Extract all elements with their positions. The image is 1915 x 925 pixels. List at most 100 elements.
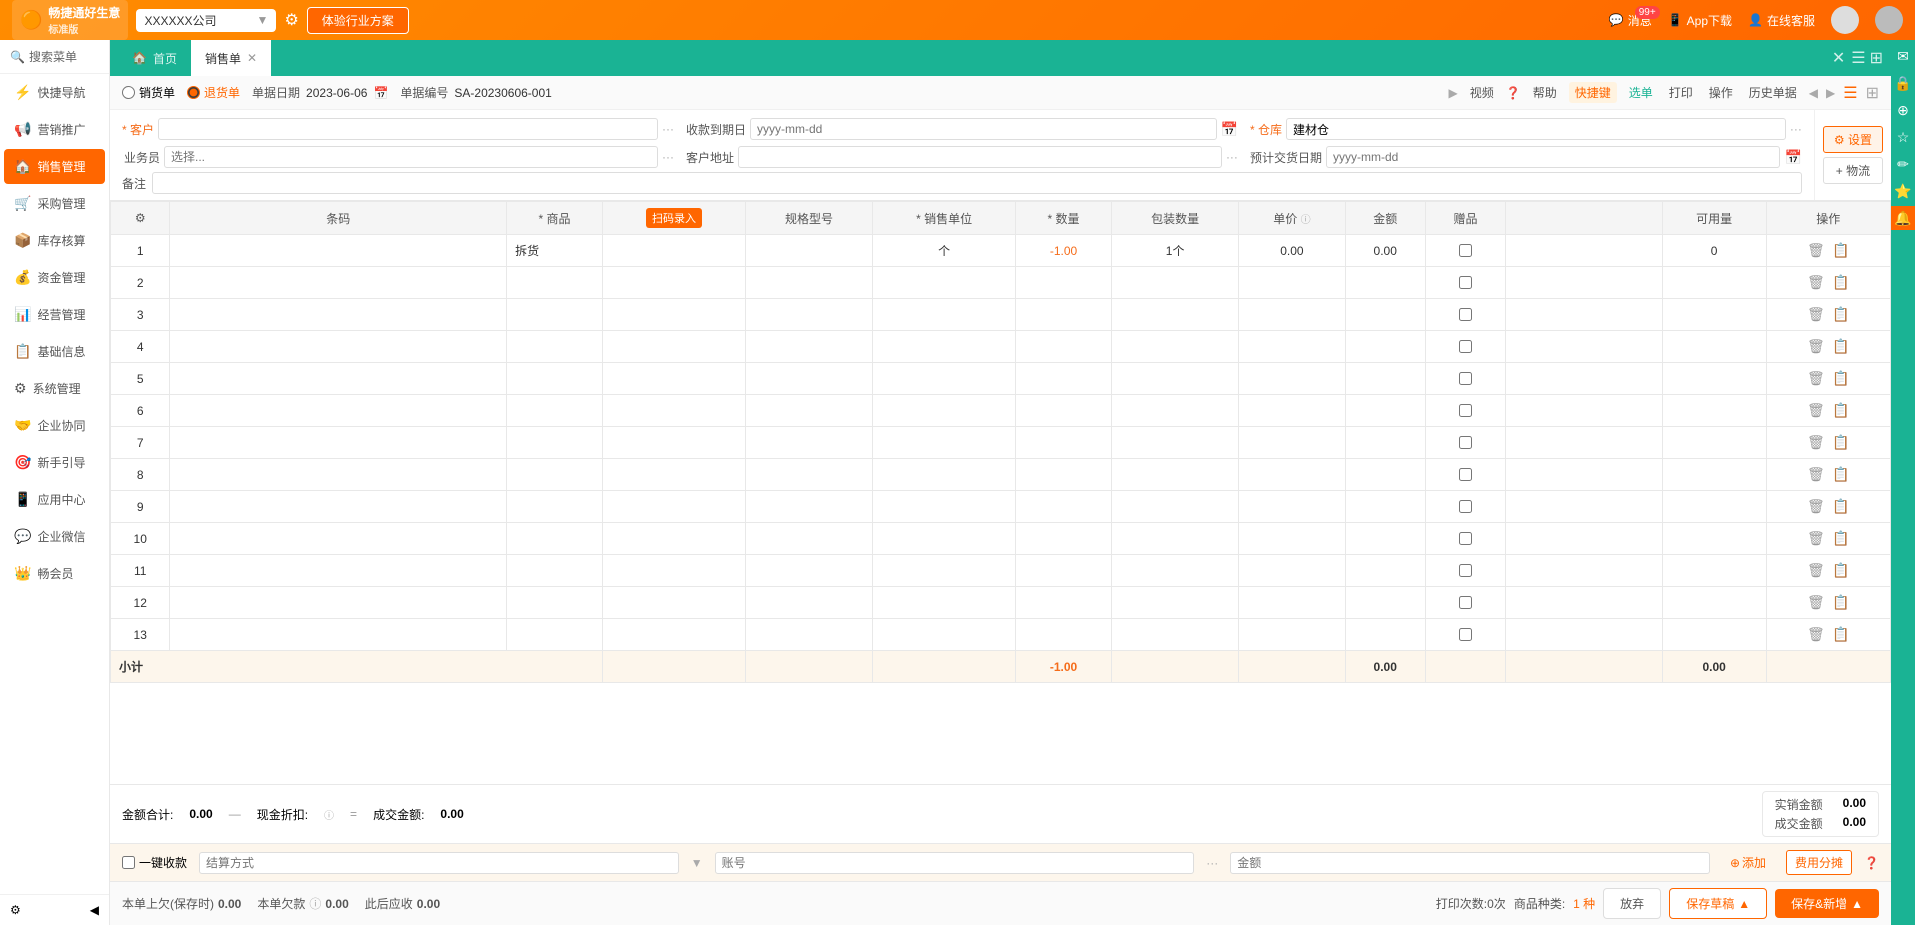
- col-settings[interactable]: ⚙: [111, 202, 170, 235]
- row-barcode[interactable]: [170, 235, 507, 267]
- remark-input[interactable]: [152, 172, 1802, 194]
- barcode-input[interactable]: [178, 596, 498, 610]
- gift-checkbox[interactable]: [1459, 308, 1472, 321]
- delete-icon[interactable]: 🗑: [1805, 498, 1827, 514]
- panel-btn-6[interactable]: ⭐: [1892, 179, 1913, 204]
- barcode-input[interactable]: [178, 404, 498, 418]
- row-gift[interactable]: [1425, 235, 1505, 267]
- layout-icon2[interactable]: ⊞: [1870, 48, 1883, 68]
- row-barcode[interactable]: [170, 587, 507, 619]
- amount-input[interactable]: [1230, 852, 1710, 874]
- barcode-input[interactable]: [178, 372, 498, 386]
- gift-checkbox[interactable]: [1459, 436, 1472, 449]
- barcode-input[interactable]: [178, 244, 498, 258]
- grid-view-icon[interactable]: ⊞: [1866, 83, 1879, 103]
- copy-icon[interactable]: 📋: [1830, 370, 1851, 386]
- sidebar-item-marketing[interactable]: 📢 营销推广: [4, 112, 105, 147]
- delete-icon[interactable]: 🗑: [1805, 402, 1827, 418]
- online-service-btn[interactable]: 👤 在线客服: [1748, 12, 1815, 29]
- gift-checkbox[interactable]: [1459, 244, 1472, 257]
- copy-icon[interactable]: 📋: [1830, 626, 1851, 642]
- sidebar-item-finance[interactable]: 💰 资金管理: [4, 260, 105, 295]
- scan-btn[interactable]: 扫码录入: [646, 208, 702, 228]
- select-btn[interactable]: 选单: [1625, 82, 1657, 103]
- copy-icon[interactable]: 📋: [1830, 498, 1851, 514]
- copy-icon[interactable]: 📋: [1830, 466, 1851, 482]
- barcode-input[interactable]: [178, 564, 498, 578]
- row-barcode[interactable]: [170, 491, 507, 523]
- app-download-btn[interactable]: 📱 App下载: [1668, 12, 1732, 29]
- row-gift[interactable]: [1425, 619, 1505, 651]
- row-barcode[interactable]: [170, 267, 507, 299]
- row-gift[interactable]: [1425, 459, 1505, 491]
- one-click-checkbox[interactable]: [122, 856, 135, 869]
- delete-icon[interactable]: 🗑: [1805, 626, 1827, 642]
- video-btn[interactable]: 视频: [1466, 82, 1498, 103]
- setup-btn[interactable]: ⚙ 设置: [1823, 126, 1883, 153]
- gift-checkbox[interactable]: [1459, 404, 1472, 417]
- row-gift[interactable]: [1425, 395, 1505, 427]
- row-gift[interactable]: [1425, 555, 1505, 587]
- delete-icon[interactable]: 🗑: [1805, 466, 1827, 482]
- due-date-input[interactable]: [750, 118, 1217, 140]
- copy-icon[interactable]: 📋: [1830, 402, 1851, 418]
- calc-method-dropdown[interactable]: ▼: [691, 856, 703, 870]
- discard-btn[interactable]: 放弃: [1603, 888, 1661, 919]
- tab-close-icon[interactable]: ✕: [247, 51, 257, 65]
- gift-checkbox[interactable]: [1459, 564, 1472, 577]
- sidebar-item-inventory[interactable]: 📦 库存核算: [4, 223, 105, 258]
- barcode-input[interactable]: [178, 500, 498, 514]
- sidebar-item-operations[interactable]: 📊 经营管理: [4, 297, 105, 332]
- gift-checkbox[interactable]: [1459, 596, 1472, 609]
- layout-icon1[interactable]: ☰: [1851, 48, 1865, 68]
- copy-icon[interactable]: 📋: [1830, 306, 1851, 322]
- save-draft-btn[interactable]: 保存草稿 ▲: [1669, 888, 1767, 919]
- payment-help[interactable]: ❓: [1864, 856, 1879, 870]
- panel-btn-1[interactable]: ✉: [1895, 44, 1911, 69]
- sidebar-item-purchase[interactable]: 🛒 采购管理: [4, 186, 105, 221]
- save-new-btn[interactable]: 保存&新增 ▲: [1775, 889, 1879, 918]
- barcode-input[interactable]: [178, 532, 498, 546]
- due-date-calendar[interactable]: 📅: [1221, 121, 1238, 138]
- barcode-input[interactable]: [178, 276, 498, 290]
- row-gift[interactable]: [1425, 491, 1505, 523]
- panel-btn-3[interactable]: ⊕: [1895, 98, 1911, 123]
- row-barcode[interactable]: [170, 555, 507, 587]
- account-input[interactable]: [715, 852, 1195, 874]
- row-barcode[interactable]: [170, 331, 507, 363]
- barcode-input[interactable]: [178, 628, 498, 642]
- copy-icon[interactable]: 📋: [1830, 594, 1851, 610]
- row-gift[interactable]: [1425, 299, 1505, 331]
- delete-icon[interactable]: 🗑: [1805, 594, 1827, 610]
- gift-checkbox[interactable]: [1459, 276, 1472, 289]
- row-barcode[interactable]: [170, 459, 507, 491]
- sidebar-search[interactable]: 🔍 搜索菜单: [0, 40, 109, 74]
- panel-btn-2[interactable]: 🔒: [1892, 71, 1913, 96]
- operation-btn[interactable]: 操作: [1705, 82, 1737, 103]
- row-gift[interactable]: [1425, 523, 1505, 555]
- sidebar-settings-icon[interactable]: ⚙: [10, 903, 21, 917]
- row-barcode[interactable]: [170, 619, 507, 651]
- delete-icon[interactable]: 🗑: [1805, 370, 1827, 386]
- row-gift[interactable]: [1425, 331, 1505, 363]
- delete-icon[interactable]: 🗑: [1805, 306, 1827, 322]
- radio-sale-input[interactable]: [122, 86, 135, 99]
- row-gift[interactable]: [1425, 427, 1505, 459]
- panel-btn-7[interactable]: 🔔: [1891, 206, 1915, 230]
- customer-dots[interactable]: ···: [662, 122, 674, 136]
- settings-icon[interactable]: ⚙: [284, 10, 298, 30]
- sidebar-item-sales[interactable]: 🏠 销售管理: [4, 149, 105, 184]
- company-selector[interactable]: XXXXXX公司 ▼: [136, 9, 276, 32]
- sidebar-item-guide[interactable]: 🎯 新手引导: [4, 445, 105, 480]
- print-btn[interactable]: 打印: [1665, 82, 1697, 103]
- row-barcode[interactable]: [170, 363, 507, 395]
- delete-icon[interactable]: 🗑: [1805, 434, 1827, 450]
- salesperson-dots[interactable]: ···: [662, 150, 674, 164]
- list-view-icon[interactable]: ☰: [1843, 83, 1857, 103]
- warehouse-dots[interactable]: ···: [1790, 122, 1802, 136]
- next-icon[interactable]: ▶: [1826, 86, 1835, 100]
- panel-btn-4[interactable]: ☆: [1895, 125, 1912, 150]
- tab-home[interactable]: 🏠 首页: [118, 40, 191, 76]
- barcode-input[interactable]: [178, 340, 498, 354]
- add-payment-btn[interactable]: ⊕ 添加: [1722, 851, 1774, 874]
